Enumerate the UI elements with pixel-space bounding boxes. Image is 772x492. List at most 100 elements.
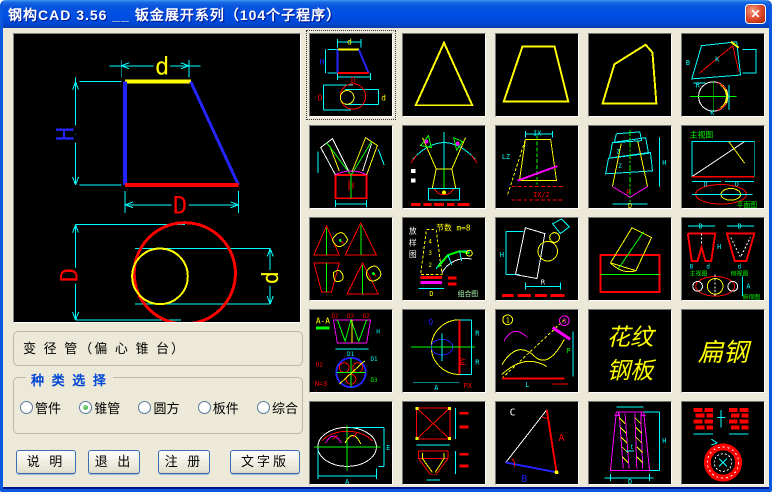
svg-text:D: D (429, 290, 433, 298)
text-version-button[interactable]: 文字版 (230, 450, 300, 474)
svg-text:d: d (259, 271, 284, 284)
type-radio-row: 管件 锥管 圆方 板件 综合 (18, 398, 300, 417)
radio-cone-pipe[interactable]: 锥管 (79, 398, 120, 417)
thumb-triangle-solver[interactable]: C A B (495, 401, 579, 485)
svg-text:D: D (699, 223, 703, 231)
ellipse-projection-drawing: Q R R PY PX A (403, 310, 485, 392)
thumb-pants-fitting[interactable]: D H B d 主视图 D d 侧视图 A 俯视图 (681, 217, 765, 301)
thumb-checkered-plate-text[interactable]: 花纹 钢板 (588, 309, 672, 393)
svg-text:LZ: LZ (502, 153, 510, 161)
svg-text:d: d (706, 265, 710, 271)
multi-branch-wye-drawing (403, 126, 485, 208)
radio-pipe-fittings[interactable]: 管件 (20, 398, 61, 417)
svg-text:H: H (717, 243, 721, 251)
svg-text:D1: D1 (371, 357, 379, 363)
svg-text:R: R (541, 278, 546, 286)
curve-template-drawing: 1 L 3 P (496, 310, 578, 392)
svg-text:Z: Z (618, 164, 622, 170)
close-icon[interactable]: ✕ (745, 4, 766, 24)
svg-text:D2: D2 (363, 314, 371, 320)
svg-text:B: B (521, 474, 527, 484)
two-branch-wye-drawing (310, 126, 392, 208)
svg-text:H: H (52, 127, 80, 141)
svg-text:放: 放 (409, 226, 417, 236)
svg-text:L: L (525, 381, 529, 389)
svg-text:d: d (738, 265, 742, 271)
thumb-multi-branch-wye[interactable] (402, 125, 486, 209)
radio-plate-parts[interactable]: 板件 (198, 398, 239, 417)
thumb-ellipse-layout[interactable]: E A (309, 401, 393, 485)
svg-text:扁钢: 扁钢 (698, 337, 752, 367)
svg-text:D: D (738, 223, 742, 231)
ellipse-layout-drawing: E A (310, 402, 392, 484)
thumb-cylinder-cone-joint[interactable]: B K R K (681, 33, 765, 117)
svg-text:D2: D2 (316, 363, 324, 369)
svg-text:俯视图: 俯视图 (743, 293, 761, 300)
svg-text:H: H (320, 57, 325, 66)
slant-frustum-layout-drawing: H R (496, 218, 578, 300)
thumb-branch-on-tank[interactable] (588, 217, 672, 301)
svg-text:N=3: N=3 (315, 380, 327, 388)
thumb-cone[interactable] (402, 33, 486, 117)
frustum-drawing (496, 34, 578, 116)
thumb-section-aa-branches[interactable]: A-A D2 D3 D2 H D1 D2 D1 D3 (309, 309, 393, 393)
thumb-two-branch-wye[interactable] (309, 125, 393, 209)
exit-button[interactable]: 退 出 (88, 450, 140, 474)
svg-text:PY: PY (459, 357, 467, 365)
thumb-ellipse-projection[interactable]: Q R R PY PX A (402, 309, 486, 393)
radio-comprehensive[interactable]: 综合 (257, 398, 298, 417)
thumbnail-grid: d H D D d (309, 33, 765, 485)
frustum-layout-drawing: IX LZ IX/2 (496, 126, 578, 208)
thumb-oblique-cone-frustum[interactable] (588, 33, 672, 117)
svg-text:D: D (628, 202, 632, 208)
register-button[interactable]: 注 册 (158, 450, 210, 474)
svg-text:H: H (662, 437, 666, 445)
thumb-flange-ring[interactable] (681, 401, 765, 485)
groupbox-title: 种 类 选 择 (26, 370, 113, 389)
svg-text:3: 3 (428, 251, 432, 257)
thumb-cone-frustum[interactable] (495, 33, 579, 117)
thumb-eccentric-cone-frustum[interactable]: d H D D d (309, 33, 393, 117)
svg-text:组合图: 组合图 (458, 289, 479, 298)
svg-text:d: d (347, 38, 352, 47)
cone-drawing (403, 34, 485, 116)
help-button[interactable]: 说 明 (16, 450, 76, 474)
thumb-cone-views[interactable]: 主视图 D D 平面图 (681, 125, 765, 209)
section-aa-drawing: A-A D2 D3 D2 H D1 D2 D1 D3 (310, 310, 392, 392)
svg-text:D: D (628, 478, 632, 484)
svg-text:3: 3 (562, 318, 566, 326)
branch-on-tank-drawing (589, 218, 671, 300)
svg-text:钢板: 钢板 (607, 356, 657, 384)
thumb-segment-layout[interactable]: 放 样 图 节数 m=8 4 3 2 D 组合图 (402, 217, 486, 301)
svg-text:D: D (351, 76, 356, 85)
thumb-frustum-layout[interactable]: IX LZ IX/2 (495, 125, 579, 209)
thumb-square-hopper[interactable] (402, 401, 486, 485)
svg-text:D: D (173, 192, 187, 220)
thumb-slant-frustum-layout[interactable]: H R (495, 217, 579, 301)
thumb-flat-steel-text[interactable]: 扁钢 (681, 309, 765, 393)
svg-text:B: B (690, 265, 694, 271)
svg-text:A: A (746, 282, 750, 290)
svg-text:D3: D3 (371, 378, 379, 384)
title-bar: 钢构CAD 3.56 __ 钣金展开系列（104个子程序） ✕ (0, 0, 772, 28)
thumb-triangle-plates[interactable] (309, 217, 393, 301)
svg-text:A-A: A-A (316, 317, 330, 326)
thumb-segmented-reducer[interactable]: H P D Z Z (588, 125, 672, 209)
thumb-tapered-drum[interactable]: H t D (588, 401, 672, 485)
radio-round-square[interactable]: 圆方 (138, 398, 179, 417)
svg-text:节数 m=8: 节数 m=8 (436, 223, 471, 233)
type-select-groupbox: 种 类 选 择 管件 锥管 圆方 板件 综合 (13, 377, 303, 434)
window-bottom-edge (0, 487, 772, 489)
preview-panel: d H D D d (13, 33, 301, 323)
segment-layout-drawing: 放 样 图 节数 m=8 4 3 2 D 组合图 (403, 218, 485, 300)
checkered-plate-label: 花纹 钢板 (589, 310, 671, 392)
triangle-solver-drawing: C A B (496, 402, 578, 484)
segmented-reducer-drawing: H P D Z Z (589, 126, 671, 208)
svg-text:B: B (686, 59, 690, 67)
svg-text:2: 2 (428, 263, 432, 269)
thumb-curve-template[interactable]: 1 L 3 P (495, 309, 579, 393)
svg-text:主视图: 主视图 (690, 130, 714, 140)
svg-text:A: A (345, 478, 349, 484)
svg-text:t: t (630, 445, 634, 451)
svg-text:主视图: 主视图 (690, 270, 708, 278)
